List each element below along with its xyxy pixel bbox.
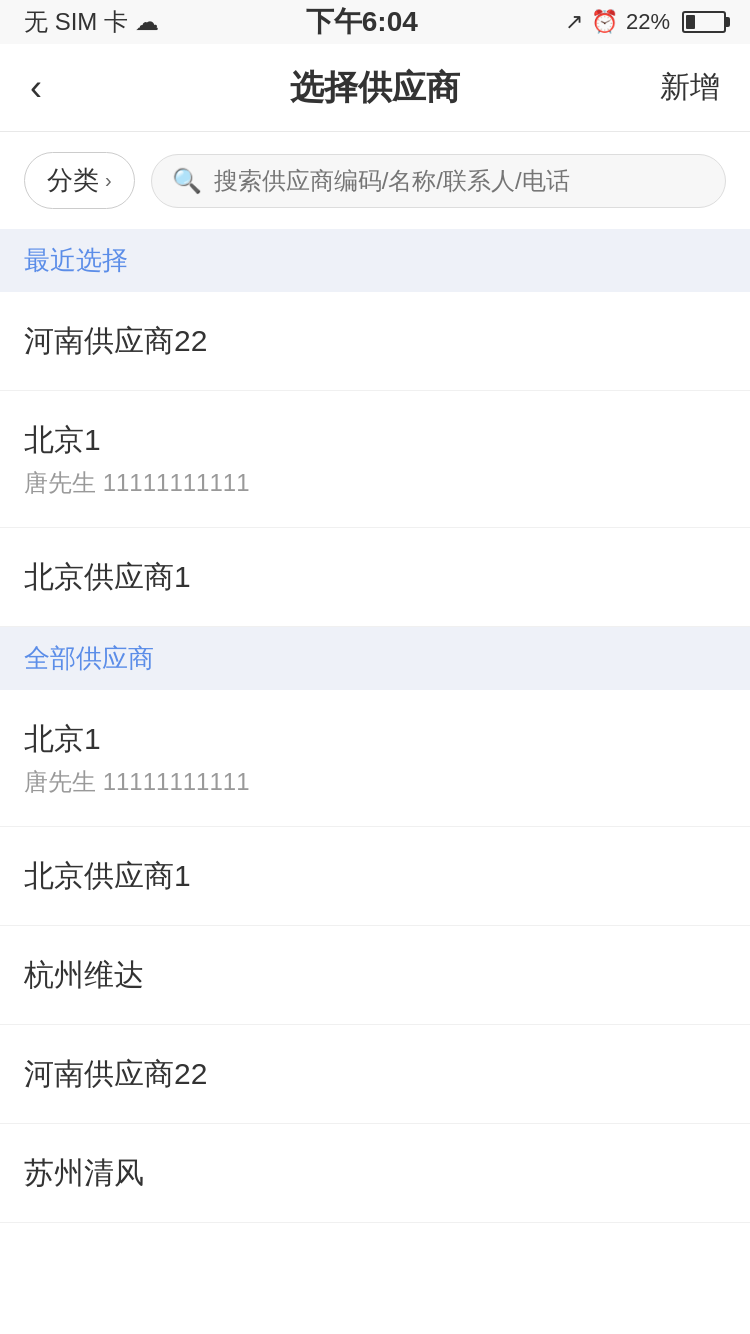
search-input[interactable]: [214, 167, 705, 195]
list-item[interactable]: 北京供应商1: [0, 528, 750, 627]
item-name: 北京供应商1: [24, 855, 726, 897]
item-sub: 唐先生 11111111111: [24, 467, 726, 499]
chevron-right-icon: ›: [105, 169, 112, 192]
battery-percent: 22%: [626, 9, 670, 35]
back-button[interactable]: ‹: [30, 67, 90, 109]
category-button[interactable]: 分类 ›: [24, 152, 135, 209]
page-title: 选择供应商: [290, 65, 460, 111]
list-item[interactable]: 河南供应商22: [0, 1025, 750, 1124]
status-time: 下午6:04: [306, 3, 418, 41]
recent-items-list: 河南供应商22 北京1 唐先生 11111111111 北京供应商1: [0, 292, 750, 627]
category-label: 分类: [47, 163, 99, 198]
list-item[interactable]: 北京供应商1: [0, 827, 750, 926]
alarm-icon: ⏰: [591, 9, 618, 35]
item-name: 北京供应商1: [24, 556, 726, 598]
battery-icon: [682, 11, 726, 33]
location-icon: ↗: [565, 9, 583, 35]
add-button[interactable]: 新增: [660, 67, 720, 108]
search-box: 🔍: [151, 154, 726, 208]
list-item[interactable]: 苏州清风: [0, 1124, 750, 1223]
nav-bar: ‹ 选择供应商 新增: [0, 44, 750, 132]
item-name: 杭州维达: [24, 954, 726, 996]
item-name: 苏州清风: [24, 1152, 726, 1194]
list-item[interactable]: 北京1 唐先生 11111111111: [0, 391, 750, 528]
list-item[interactable]: 杭州维达: [0, 926, 750, 1025]
item-name: 河南供应商22: [24, 320, 726, 362]
status-left: 无 SIM 卡 ☁: [24, 6, 159, 38]
list-item[interactable]: 河南供应商22: [0, 292, 750, 391]
item-name: 河南供应商22: [24, 1053, 726, 1095]
item-name: 北京1: [24, 419, 726, 461]
status-bar: 无 SIM 卡 ☁ 下午6:04 ↗ ⏰ 22%: [0, 0, 750, 44]
sim-status: 无 SIM 卡 ☁: [24, 6, 159, 38]
status-right: ↗ ⏰ 22%: [565, 9, 726, 35]
search-icon: 🔍: [172, 167, 202, 195]
item-name: 北京1: [24, 718, 726, 760]
recent-section-header: 最近选择: [0, 229, 750, 292]
search-area: 分类 › 🔍: [0, 132, 750, 229]
item-sub: 唐先生 11111111111: [24, 766, 726, 798]
list-item[interactable]: 北京1 唐先生 11111111111: [0, 690, 750, 827]
all-items-list: 北京1 唐先生 11111111111 北京供应商1 杭州维达河南供应商22 苏州清风: [0, 690, 750, 1223]
all-section-header: 全部供应商: [0, 627, 750, 690]
